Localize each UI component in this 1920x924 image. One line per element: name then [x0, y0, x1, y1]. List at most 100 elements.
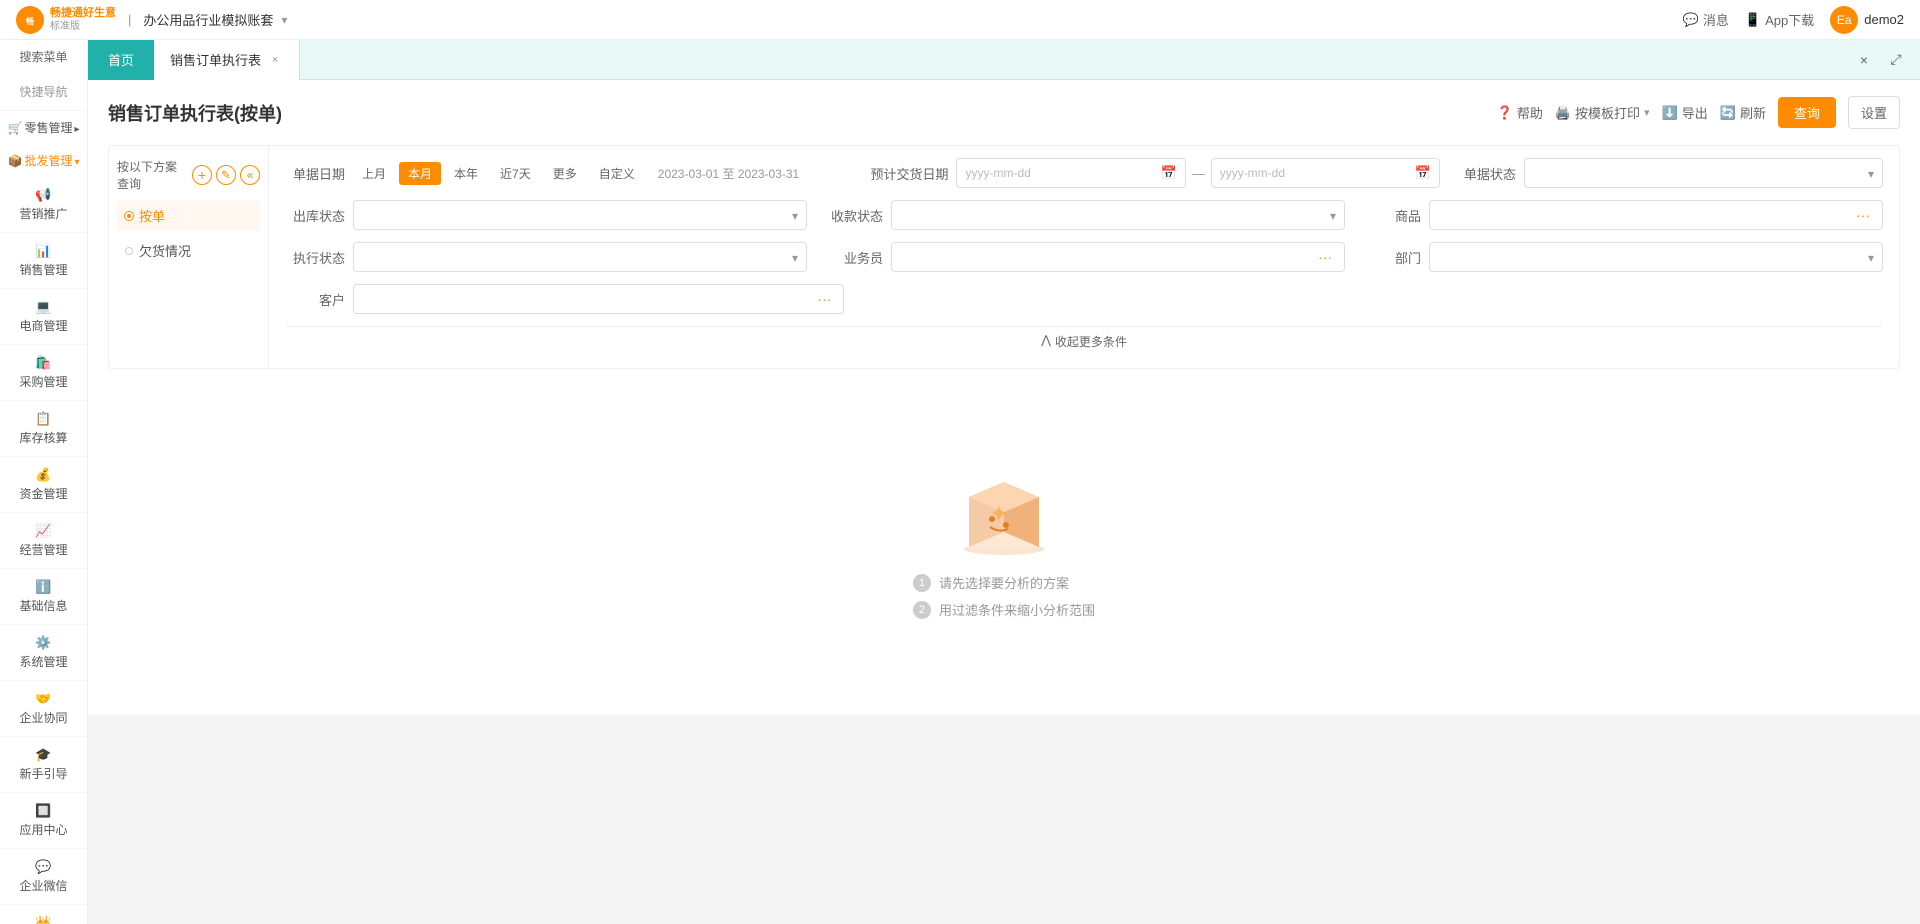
date-btn-this-year[interactable]: 本年: [445, 162, 487, 185]
filter-scheme-欠货情况[interactable]: 欠货情况: [117, 235, 260, 266]
page-actions: ❓ 帮助 🖨️ 按模板打印 ▾ ⬇️ 导出 �: [1497, 96, 1900, 129]
expected-date-start[interactable]: yyyy-mm-dd 📅: [956, 158, 1185, 188]
calendar-icon-end: 📅: [1415, 165, 1431, 181]
export-icon: ⬇️: [1662, 105, 1678, 121]
date-btn-more[interactable]: 更多: [544, 162, 586, 185]
sidebar-item-inventory[interactable]: 📋 库存核算: [0, 401, 87, 457]
filter-payment-field: 收款状态: [823, 200, 1345, 230]
tip-num-2: 2: [913, 601, 931, 619]
filter-row-2: 出库状态 收款状态: [285, 200, 1883, 230]
filter-sidebar-actions: + ✎ «: [192, 165, 260, 185]
dept-label: 部门: [1361, 248, 1421, 267]
empty-tips: 1 请先选择要分析的方案 2 用过滤条件来缩小分析范围: [913, 573, 1095, 619]
ecommerce-icon: 💻: [35, 299, 51, 315]
sidebar-item-retail[interactable]: 🛒 零售管理: [0, 111, 87, 144]
sidebar-item-ecommerce[interactable]: 💻 电商管理: [0, 289, 87, 345]
outbound-select[interactable]: [353, 200, 807, 230]
app-download-button[interactable]: 📱 App下载: [1745, 10, 1814, 29]
page-title-row: 销售订单执行表(按单) ❓ 帮助 🖨️ 按模板打印 ▾ ⬇️: [108, 96, 1900, 129]
query-button[interactable]: 查询: [1778, 97, 1836, 128]
guide-icon: 🎓: [35, 747, 51, 763]
goods-select[interactable]: ···: [1429, 200, 1883, 230]
tip-num-1: 1: [913, 574, 931, 592]
edit-scheme-button[interactable]: ✎: [216, 165, 236, 185]
filter-customer-field: 客户 ···: [285, 284, 844, 314]
customer-select[interactable]: ···: [353, 284, 844, 314]
window-close-button[interactable]: ×: [1852, 48, 1876, 72]
retail-icon: 🛒: [8, 121, 23, 135]
user-avatar: Ea: [1830, 6, 1858, 34]
sidebar-search[interactable]: 搜索菜单: [0, 40, 87, 73]
collapse-filter-button[interactable]: ⋀ 收起更多条件: [285, 326, 1883, 356]
payment-label: 收款状态: [823, 206, 883, 225]
main-layout: 搜索菜单 快捷导航 🛒 零售管理 📦 批发管理 📢 营销推广 📊 销售管理 💻 …: [0, 40, 1920, 924]
sidebar-item-sales[interactable]: 📊 销售管理: [0, 233, 87, 289]
filter-status-field: 单据状态: [1456, 158, 1883, 188]
export-button[interactable]: ⬇️ 导出: [1662, 103, 1708, 122]
tab-home[interactable]: 首页: [88, 40, 154, 80]
tab-bar: 首页 销售订单执行表 × × ⤢: [88, 40, 1920, 80]
empty-tip-2: 2 用过滤条件来缩小分析范围: [913, 600, 1095, 619]
wholesale-collapse-icon: [74, 154, 79, 168]
date-btn-last-month[interactable]: 上月: [353, 162, 395, 185]
add-scheme-button[interactable]: +: [192, 165, 212, 185]
page-content: 销售订单执行表(按单) ❓ 帮助 🖨️ 按模板打印 ▾ ⬇️: [88, 80, 1920, 924]
sidebar-item-purchase[interactable]: 🛍️ 采购管理: [0, 345, 87, 401]
sidebar-item-wholesale[interactable]: 📦 批发管理: [0, 144, 87, 177]
exec-select[interactable]: [353, 242, 807, 272]
salesperson-select[interactable]: ···: [891, 242, 1345, 272]
breadcrumb-dropdown-icon[interactable]: ▾: [281, 13, 287, 27]
exec-label: 执行状态: [285, 248, 345, 267]
filter-panel: 按以下方案查询 + ✎ «: [108, 145, 1900, 369]
inventory-icon: 📋: [35, 411, 51, 427]
logo-text: 畅捷通好生意 标准版: [50, 6, 116, 33]
date-quick-buttons: 上月 本月 本年 近7天 更多 自定义: [353, 162, 644, 185]
sidebar-item-system[interactable]: ⚙️ 系统管理: [0, 625, 87, 681]
sidebar-item-operations[interactable]: 📈 经营管理: [0, 513, 87, 569]
date-btn-last-7[interactable]: 近7天: [491, 162, 540, 185]
collapse-icon: ⋀: [1041, 333, 1051, 350]
collapse-sidebar-button[interactable]: «: [240, 165, 260, 185]
date-btn-custom[interactable]: 自定义: [590, 162, 644, 185]
window-expand-button[interactable]: ⤢: [1884, 48, 1908, 72]
header-right: 💬 消息 📱 App下载 Ea demo2: [1683, 6, 1904, 34]
refresh-button[interactable]: 🔄 刷新: [1720, 103, 1766, 122]
filter-dept-field: 部门: [1361, 242, 1883, 272]
sidebar-item-quick-nav[interactable]: 快捷导航: [0, 73, 87, 111]
sidebar-item-member[interactable]: 👑 畅会员: [0, 905, 87, 924]
sidebar-item-wechat[interactable]: 💬 企业微信: [0, 849, 87, 905]
sidebar-item-apps[interactable]: 🔲 应用中心: [0, 793, 87, 849]
sidebar-item-finance[interactable]: 💰 资金管理: [0, 457, 87, 513]
filter-scheme-按单[interactable]: 按单: [117, 200, 260, 231]
sidebar-item-basics[interactable]: ℹ️ 基础信息: [0, 569, 87, 625]
app-logo-icon: 畅: [16, 6, 44, 34]
print-icon: 🖨️: [1555, 105, 1571, 121]
tab-sales-order[interactable]: 销售订单执行表 ×: [154, 40, 300, 80]
filter-date-field: 单据日期 上月 本月 本年 近7天 更多 自定义 2023-03-01 至 20…: [285, 162, 854, 185]
sidebar-item-marketing[interactable]: 📢 营销推广: [0, 177, 87, 233]
filter-expected-date-field: 预计交货日期 yyyy-mm-dd 📅 — yyyy-mm-dd: [870, 158, 1439, 188]
retail-expand-icon: [74, 121, 79, 135]
salesperson-more-icon[interactable]: ···: [1314, 249, 1336, 265]
tab-close-icon[interactable]: ×: [267, 52, 283, 68]
help-icon: ❓: [1497, 105, 1513, 121]
payment-select[interactable]: [891, 200, 1345, 230]
user-menu[interactable]: Ea demo2: [1830, 6, 1904, 34]
salesperson-label: 业务员: [823, 248, 883, 267]
settings-button[interactable]: 设置: [1848, 96, 1900, 129]
outbound-dropdown-icon: [792, 208, 798, 223]
customer-more-icon[interactable]: ···: [813, 291, 835, 307]
message-button[interactable]: 💬 消息: [1683, 10, 1729, 29]
sidebar-item-collab[interactable]: 🤝 企业协同: [0, 681, 87, 737]
dept-select[interactable]: [1429, 242, 1883, 272]
sidebar-item-guide[interactable]: 🎓 新手引导: [0, 737, 87, 793]
goods-more-icon[interactable]: ···: [1852, 207, 1874, 223]
breadcrumb-separator: |: [128, 12, 131, 27]
date-btn-this-month[interactable]: 本月: [399, 162, 441, 185]
help-button[interactable]: ❓ 帮助: [1497, 103, 1543, 122]
header-left: 畅 畅捷通好生意 标准版 | 办公用品行业模拟账套 ▾: [16, 6, 287, 34]
print-button[interactable]: 🖨️ 按模板打印 ▾: [1555, 103, 1650, 122]
expected-date-end[interactable]: yyyy-mm-dd 📅: [1211, 158, 1440, 188]
status-select[interactable]: [1524, 158, 1883, 188]
scheme-circle-icon: [125, 247, 133, 255]
